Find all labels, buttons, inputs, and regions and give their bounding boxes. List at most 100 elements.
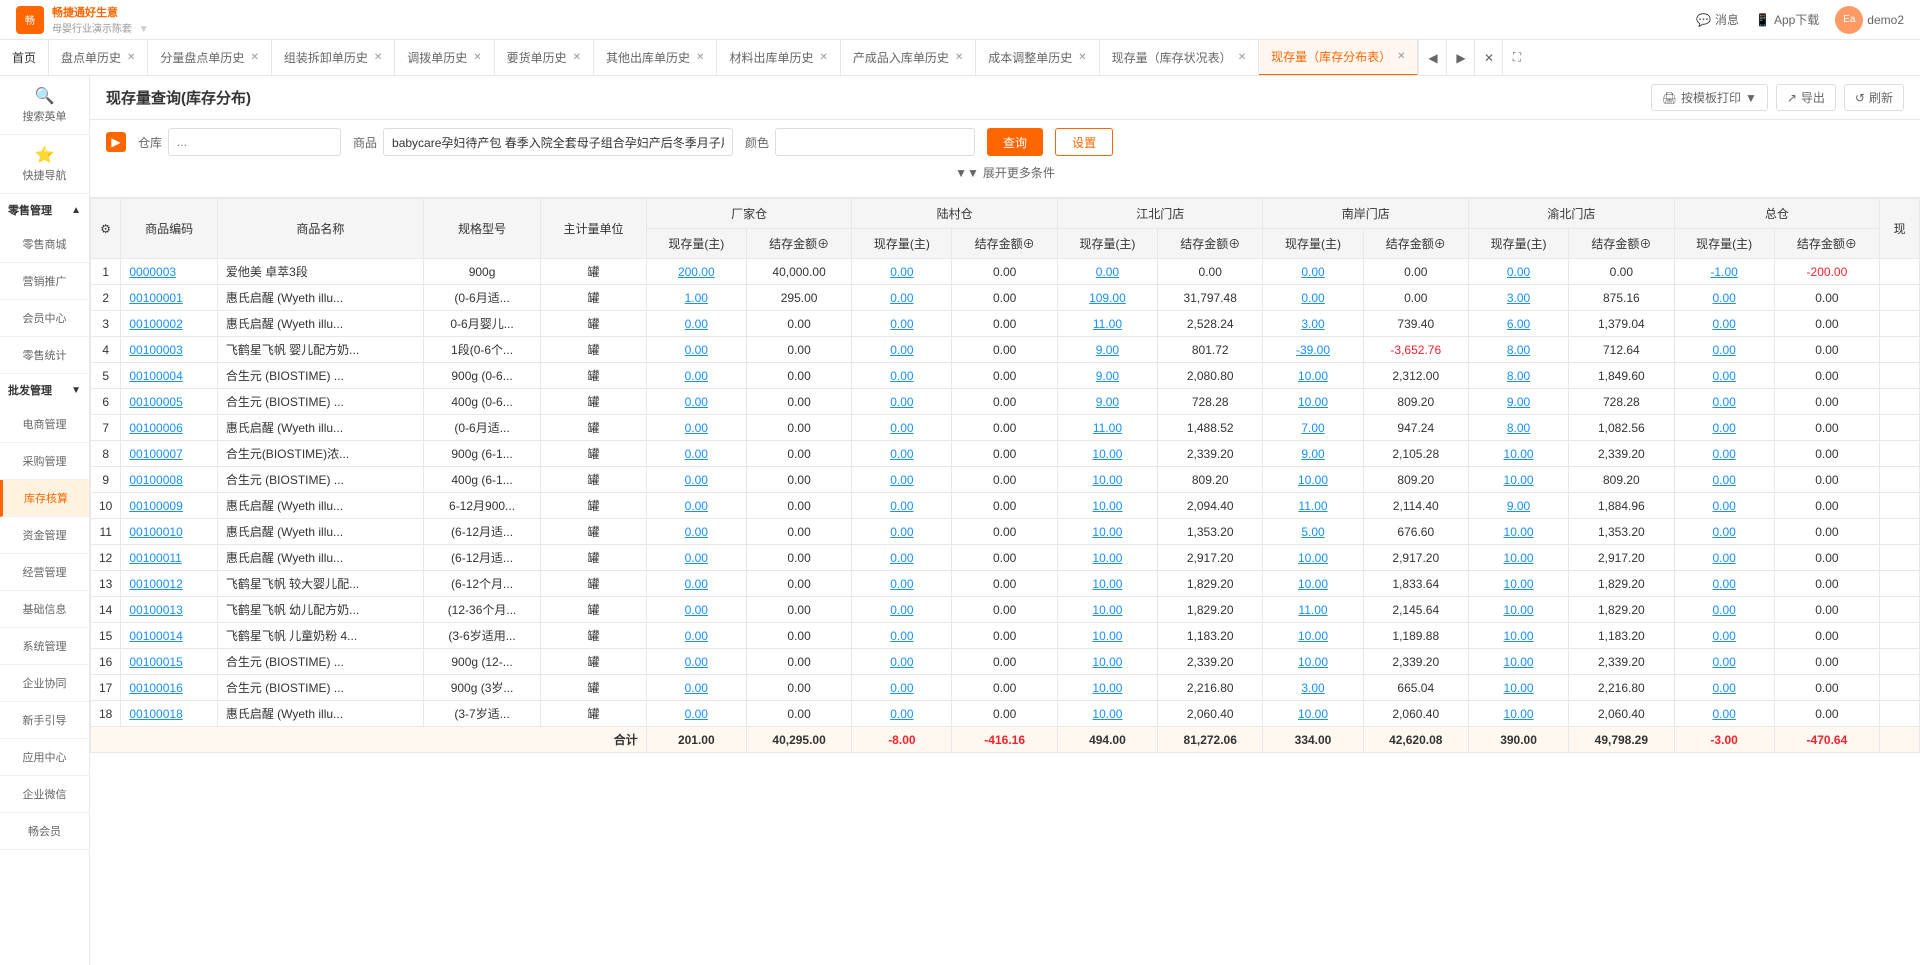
sidebar-item-search[interactable]: 🔍 搜索英单 [0, 76, 89, 135]
close-icon[interactable]: ✕ [955, 52, 963, 63]
row-factory-qty[interactable]: 200.00 [646, 259, 746, 285]
row-total-qty[interactable]: 0.00 [1674, 363, 1774, 389]
tab-qitachuku[interactable]: 其他出库单历史 ✕ [594, 40, 717, 76]
sidebar-item-inventory[interactable]: 库存核算 [0, 480, 89, 517]
row-lucun-qty[interactable]: 0.00 [852, 519, 952, 545]
row-lucun-qty[interactable]: 0.00 [852, 701, 952, 727]
row-jiangbei-qty[interactable]: 11.00 [1057, 415, 1157, 441]
row-lucun-qty[interactable]: 0.00 [852, 389, 952, 415]
row-yubei-qty[interactable]: 10.00 [1469, 649, 1569, 675]
row-total-qty[interactable]: -1.00 [1674, 259, 1774, 285]
row-code[interactable]: 00100016 [121, 675, 217, 701]
row-yubei-qty[interactable]: 10.00 [1469, 597, 1569, 623]
row-total-qty[interactable]: 0.00 [1674, 493, 1774, 519]
sidebar-item-changhui[interactable]: 畅会员 [0, 813, 89, 850]
row-code[interactable]: 00100018 [121, 701, 217, 727]
row-lucun-qty[interactable]: 0.00 [852, 545, 952, 571]
row-code[interactable]: 00100014 [121, 623, 217, 649]
tab-liaochuku[interactable]: 材料出库单历史 ✕ [717, 40, 840, 76]
sidebar-item-marketing[interactable]: 营销推广 [0, 263, 89, 300]
row-yubei-qty[interactable]: 10.00 [1469, 623, 1569, 649]
tab-zuzhuan[interactable]: 组装拆卸单历史 ✕ [272, 40, 395, 76]
row-lucun-qty[interactable]: 0.00 [852, 571, 952, 597]
close-icon[interactable]: ✕ [573, 52, 581, 63]
row-nanan-qty[interactable]: 7.00 [1263, 415, 1363, 441]
row-total-qty[interactable]: 0.00 [1674, 285, 1774, 311]
row-lucun-qty[interactable]: 0.00 [852, 259, 952, 285]
row-lucun-qty[interactable]: 0.00 [852, 311, 952, 337]
row-nanan-qty[interactable]: -39.00 [1263, 337, 1363, 363]
sidebar-item-sys[interactable]: 系统管理 [0, 628, 89, 665]
tab-kucunzhuang[interactable]: 现存量（库存状况表）✕ [1100, 40, 1259, 76]
row-yubei-qty[interactable]: 10.00 [1469, 519, 1569, 545]
row-total-qty[interactable]: 0.00 [1674, 623, 1774, 649]
row-yubei-qty[interactable]: 10.00 [1469, 675, 1569, 701]
close-icon[interactable]: ✕ [1078, 52, 1086, 63]
tab-diaob[interactable]: 调拨单历史 ✕ [395, 40, 494, 76]
row-code[interactable]: 00100002 [121, 311, 217, 337]
row-yubei-qty[interactable]: 10.00 [1469, 571, 1569, 597]
row-jiangbei-qty[interactable]: 10.00 [1057, 493, 1157, 519]
sidebar-item-finance[interactable]: 资金管理 [0, 517, 89, 554]
row-total-qty[interactable]: 0.00 [1674, 701, 1774, 727]
row-jiangbei-qty[interactable]: 10.00 [1057, 441, 1157, 467]
sidebar-item-nav[interactable]: ⭐ 快捷导航 [0, 135, 89, 194]
row-jiangbei-qty[interactable]: 10.00 [1057, 545, 1157, 571]
row-yubei-qty[interactable]: 10.00 [1469, 467, 1569, 493]
row-nanan-qty[interactable]: 5.00 [1263, 519, 1363, 545]
row-nanan-qty[interactable]: 0.00 [1263, 285, 1363, 311]
tab-prev-btn[interactable]: ◀ [1418, 40, 1446, 76]
row-jiangbei-qty[interactable]: 10.00 [1057, 467, 1157, 493]
row-code[interactable]: 00100006 [121, 415, 217, 441]
row-code[interactable]: 00100010 [121, 519, 217, 545]
message-btn[interactable]: 💬 消息 [1696, 11, 1739, 28]
row-factory-qty[interactable]: 0.00 [646, 389, 746, 415]
row-yubei-qty[interactable]: 10.00 [1469, 545, 1569, 571]
close-icon[interactable]: ✕ [127, 52, 135, 63]
row-lucun-qty[interactable]: 0.00 [852, 493, 952, 519]
row-nanan-qty[interactable]: 0.00 [1263, 259, 1363, 285]
row-nanan-qty[interactable]: 10.00 [1263, 389, 1363, 415]
row-total-qty[interactable]: 0.00 [1674, 389, 1774, 415]
row-jiangbei-qty[interactable]: 11.00 [1057, 311, 1157, 337]
close-icon[interactable]: ✕ [819, 52, 827, 63]
row-jiangbei-qty[interactable]: 109.00 [1057, 285, 1157, 311]
row-code[interactable]: 0000003 [121, 259, 217, 285]
sidebar-item-retailshop[interactable]: 零售商城 [0, 226, 89, 263]
row-factory-qty[interactable]: 0.00 [646, 311, 746, 337]
print-btn[interactable]: 🖨 按模板打印 ▼ [1651, 84, 1768, 111]
row-nanan-qty[interactable]: 11.00 [1263, 493, 1363, 519]
expand-btn[interactable]: ▼▼ 展开更多条件 [947, 160, 1063, 185]
row-total-qty[interactable]: 0.00 [1674, 597, 1774, 623]
row-code[interactable]: 00100012 [121, 571, 217, 597]
row-nanan-qty[interactable]: 3.00 [1263, 311, 1363, 337]
row-factory-qty[interactable]: 0.00 [646, 337, 746, 363]
row-code[interactable]: 00100008 [121, 467, 217, 493]
tab-next-btn[interactable]: ▶ [1446, 40, 1474, 76]
row-total-qty[interactable]: 0.00 [1674, 571, 1774, 597]
user-menu[interactable]: Ea demo2 [1835, 6, 1904, 34]
row-total-qty[interactable]: 0.00 [1674, 311, 1774, 337]
row-jiangbei-qty[interactable]: 10.00 [1057, 519, 1157, 545]
row-nanan-qty[interactable]: 11.00 [1263, 597, 1363, 623]
row-jiangbei-qty[interactable]: 9.00 [1057, 363, 1157, 389]
close-icon[interactable]: ✕ [473, 52, 481, 63]
setting-btn[interactable]: 设置 [1055, 128, 1113, 156]
row-factory-qty[interactable]: 0.00 [646, 675, 746, 701]
row-code[interactable]: 00100011 [121, 545, 217, 571]
sidebar-item-member[interactable]: 会员中心 [0, 300, 89, 337]
row-yubei-qty[interactable]: 0.00 [1469, 259, 1569, 285]
row-nanan-qty[interactable]: 10.00 [1263, 467, 1363, 493]
row-code[interactable]: 00100015 [121, 649, 217, 675]
row-code[interactable]: 00100001 [121, 285, 217, 311]
row-factory-qty[interactable]: 0.00 [646, 415, 746, 441]
row-nanan-qty[interactable]: 10.00 [1263, 623, 1363, 649]
close-icon[interactable]: ✕ [1238, 52, 1246, 63]
warehouse-input[interactable] [168, 128, 341, 156]
row-factory-qty[interactable]: 0.00 [646, 701, 746, 727]
row-total-qty[interactable]: 0.00 [1674, 337, 1774, 363]
row-code[interactable]: 00100003 [121, 337, 217, 363]
row-nanan-qty[interactable]: 10.00 [1263, 363, 1363, 389]
row-code[interactable]: 00100009 [121, 493, 217, 519]
sidebar-item-collab[interactable]: 企业协同 [0, 665, 89, 702]
